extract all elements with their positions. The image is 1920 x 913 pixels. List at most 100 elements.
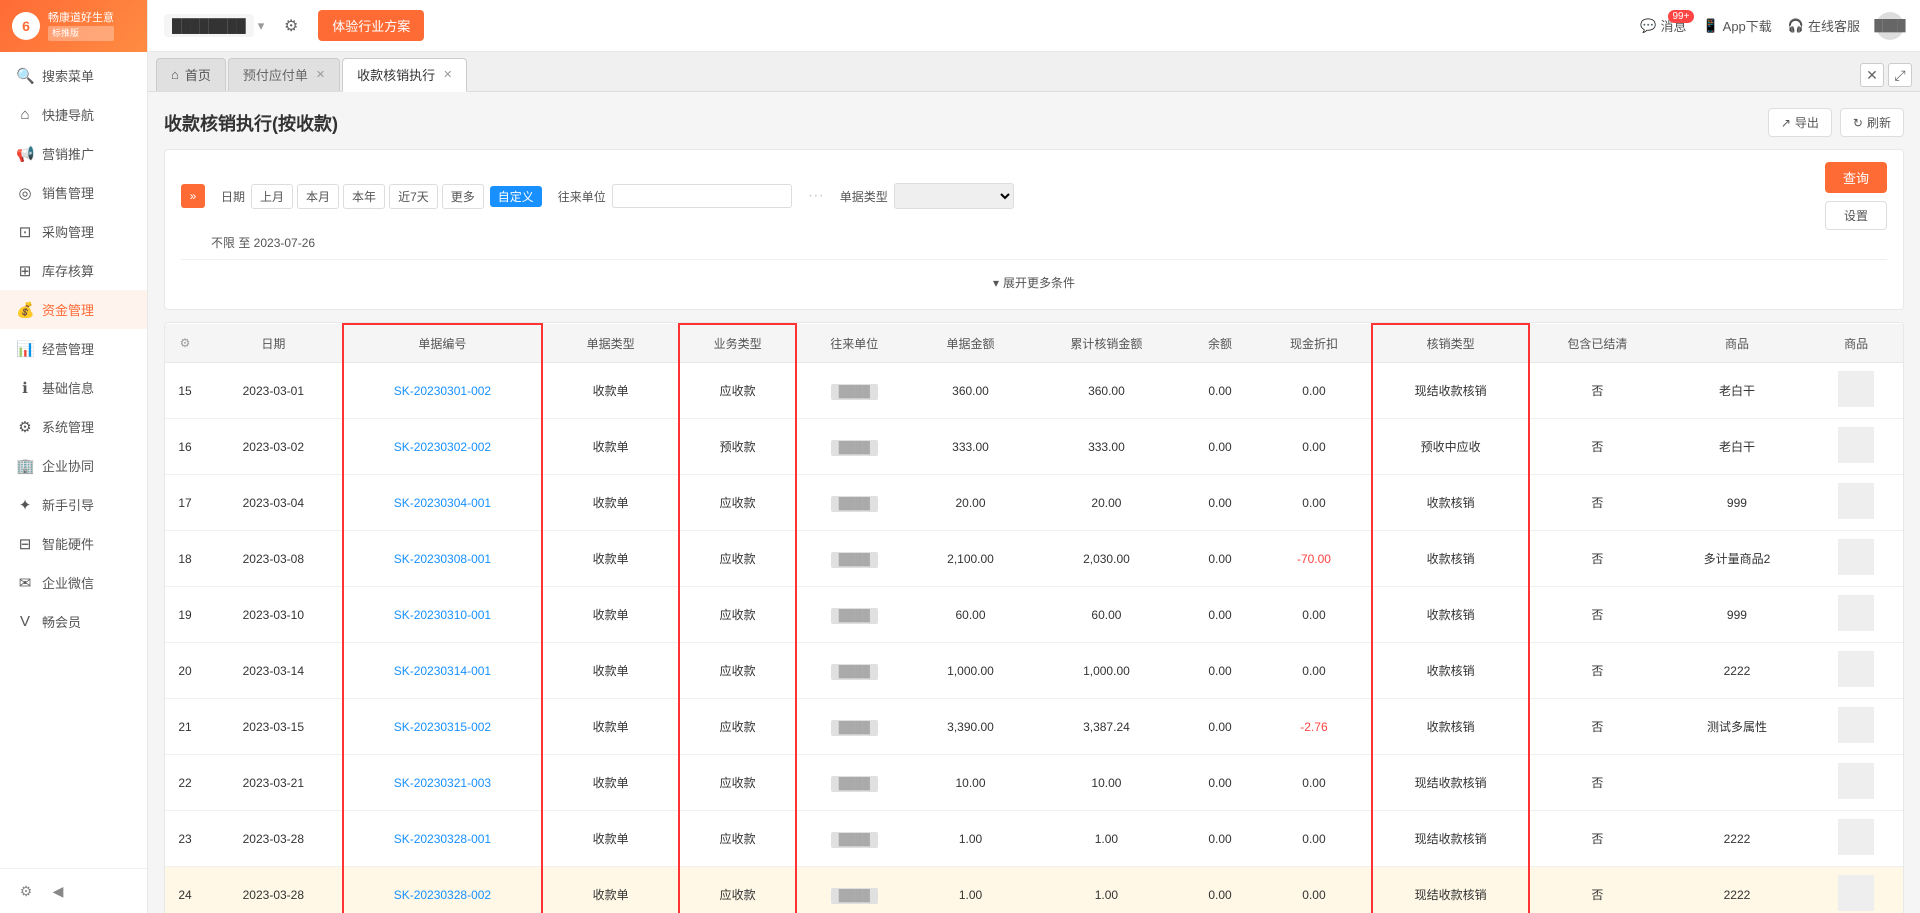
filter-7days-btn[interactable]: 近7天	[389, 184, 438, 209]
tab-home[interactable]: ⌂ 首页	[156, 58, 226, 91]
sidebar-item-enterprise[interactable]: 🏢企业协同	[0, 446, 147, 485]
cell-include-settled: 否	[1529, 867, 1664, 913]
sidebar-finance-label: 资金管理	[42, 300, 94, 319]
support-btn[interactable]: 🎧 在线客服	[1788, 16, 1860, 35]
cell-bill-no: SK-20230328-002	[343, 867, 543, 913]
sidebar-item-wechat[interactable]: ✉企业微信	[0, 563, 147, 602]
topbar-gear-icon[interactable]: ⚙	[276, 11, 306, 41]
bill-no-link[interactable]: SK-20230301-002	[394, 384, 491, 398]
cell-amount: 10.00	[911, 755, 1029, 811]
logo-badge: 标推版	[48, 26, 114, 41]
filter-custom-btn[interactable]: 自定义	[490, 186, 542, 207]
cell-partner: ████	[796, 755, 911, 811]
tab-receipt-verify[interactable]: 收款核销执行 ✕	[342, 58, 467, 92]
cell-balance: 0.00	[1183, 867, 1257, 913]
bill-no-link[interactable]: SK-20230314-001	[394, 664, 491, 678]
sidebar-item-basic[interactable]: ℹ基础信息	[0, 368, 147, 407]
sidebar-item-finance[interactable]: 💰资金管理	[0, 290, 147, 329]
cell-amount: 333.00	[911, 419, 1029, 475]
cell-bill-type: 收款单	[542, 755, 679, 811]
bill-no-link[interactable]: SK-20230304-001	[394, 496, 491, 510]
sidebar-item-system[interactable]: ⚙系统管理	[0, 407, 147, 446]
col-settings-icon[interactable]: ⚙	[175, 333, 195, 353]
cell-include-settled: 否	[1529, 643, 1664, 699]
tab-close-btn[interactable]: ✕	[1860, 63, 1884, 87]
main-area: ████████ ▾ ⚙ 体验行业方案 💬 消息 99+ 📱 App下载 🎧 在…	[148, 0, 1920, 913]
filter-settings-btn[interactable]: 设置	[1825, 201, 1887, 230]
cell-balance: 0.00	[1183, 475, 1257, 531]
cell-biz-type: 应收款	[679, 531, 796, 587]
sidebar-marketing-icon: 📢	[16, 145, 34, 163]
sidebar-item-purchase[interactable]: ⊡采购管理	[0, 212, 147, 251]
settings-footer-btn[interactable]: ⚙	[12, 877, 40, 905]
filter-last-month-btn[interactable]: 上月	[251, 184, 293, 209]
cell-biz-type: 应收款	[679, 867, 796, 913]
filter-bill-type-select[interactable]	[894, 183, 1014, 209]
cell-goods2	[1809, 811, 1903, 867]
company-selector[interactable]: ████████ ▾	[164, 14, 264, 37]
solution-btn[interactable]: 体验行业方案	[318, 10, 424, 41]
bill-no-link[interactable]: SK-20230328-002	[394, 888, 491, 902]
cell-partner: ████	[796, 811, 911, 867]
sidebar-item-sales[interactable]: ◎销售管理	[0, 173, 147, 212]
col-amount: 单据金额	[911, 324, 1029, 363]
cell-biz-type: 预收款	[679, 419, 796, 475]
cell-amount: 2,100.00	[911, 531, 1029, 587]
sidebar-item-guide[interactable]: ✦新手引导	[0, 485, 147, 524]
filter-expand-btn[interactable]: ▾ 展开更多条件	[987, 268, 1081, 297]
sidebar-item-quick-nav[interactable]: ⌂快捷导航	[0, 95, 147, 134]
tab-prepay[interactable]: 预付应付单 ✕	[228, 58, 340, 91]
sidebar-item-operations[interactable]: 📊经营管理	[0, 329, 147, 368]
filter-this-year-btn[interactable]: 本年	[343, 184, 385, 209]
cell-bill-no: SK-20230315-002	[343, 699, 543, 755]
bill-no-link[interactable]: SK-20230315-002	[394, 720, 491, 734]
filter-partner-input[interactable]	[612, 184, 792, 208]
cell-bill-type: 收款单	[542, 531, 679, 587]
sidebar-quick-nav-icon: ⌂	[16, 106, 34, 123]
sidebar-item-hardware[interactable]: ⊟智能硬件	[0, 524, 147, 563]
cell-verify-amount: 333.00	[1030, 419, 1184, 475]
filter-toggle-btn[interactable]: »	[181, 184, 205, 208]
sidebar-item-marketing[interactable]: 📢营销推广	[0, 134, 147, 173]
sidebar-item-inventory[interactable]: ⊞库存核算	[0, 251, 147, 290]
sidebar-item-search[interactable]: 🔍搜索菜单	[0, 56, 147, 95]
filter-this-month-btn[interactable]: 本月	[297, 184, 339, 209]
cell-verify-amount: 60.00	[1030, 587, 1184, 643]
tab-receipt-verify-close[interactable]: ✕	[443, 68, 452, 81]
filter-query-btn[interactable]: 查询	[1825, 162, 1887, 193]
bill-no-link[interactable]: SK-20230328-001	[394, 832, 491, 846]
cell-balance: 0.00	[1183, 811, 1257, 867]
refresh-btn[interactable]: ↻ 刷新	[1840, 108, 1904, 137]
cell-include-settled: 否	[1529, 699, 1664, 755]
cell-bill-type: 收款单	[542, 811, 679, 867]
cell-verify-type: 收款核销	[1372, 587, 1529, 643]
logo: 6 畅康道好生意 标推版	[0, 0, 147, 52]
cell-cash-discount: 0.00	[1257, 419, 1372, 475]
collapse-btn[interactable]: ◀	[44, 877, 72, 905]
tab-prepay-close[interactable]: ✕	[316, 68, 325, 81]
cell-no: 18	[165, 531, 205, 587]
cell-cash-discount: -70.00	[1257, 531, 1372, 587]
bill-no-link[interactable]: SK-20230310-001	[394, 608, 491, 622]
tab-expand-btn[interactable]: ⤢	[1888, 63, 1912, 87]
sidebar-member-label: 畅会员	[42, 612, 81, 631]
col-goods2: 商品	[1809, 324, 1903, 363]
user-avatar[interactable]: ████	[1876, 12, 1904, 40]
cell-verify-type: 收款核销	[1372, 475, 1529, 531]
cell-amount: 1.00	[911, 867, 1029, 913]
logo-icon: 6	[12, 12, 40, 40]
sidebar-item-member[interactable]: V畅会员	[0, 602, 147, 641]
cell-amount: 20.00	[911, 475, 1029, 531]
cell-biz-type: 应收款	[679, 811, 796, 867]
message-btn[interactable]: 💬 消息 99+	[1640, 16, 1686, 35]
bill-no-link[interactable]: SK-20230308-001	[394, 552, 491, 566]
filter-more-btn[interactable]: 更多	[442, 184, 484, 209]
app-download-btn[interactable]: 📱 App下载	[1702, 16, 1771, 35]
cell-goods2	[1809, 587, 1903, 643]
sidebar-purchase-icon: ⊡	[16, 223, 34, 241]
cell-date: 2023-03-28	[205, 867, 343, 913]
cell-verify-type: 预收中应收	[1372, 419, 1529, 475]
bill-no-link[interactable]: SK-20230302-002	[394, 440, 491, 454]
bill-no-link[interactable]: SK-20230321-003	[394, 776, 491, 790]
export-btn[interactable]: ↗ 导出	[1768, 108, 1832, 137]
